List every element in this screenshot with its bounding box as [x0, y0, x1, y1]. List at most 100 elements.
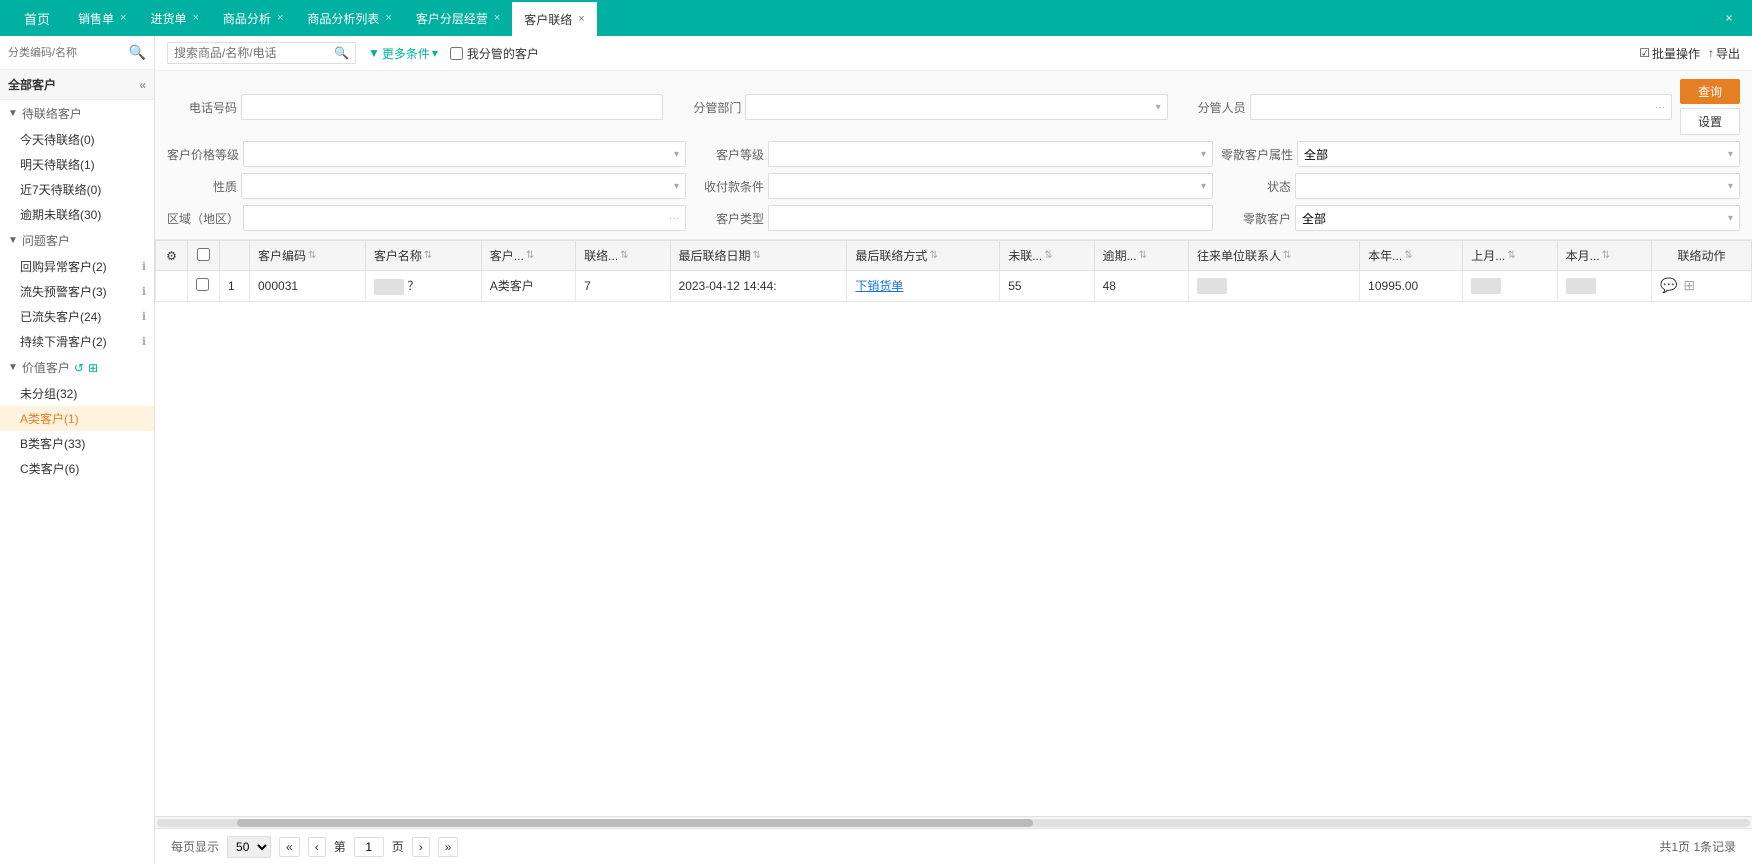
refresh-value-icon[interactable]: ↺ [74, 361, 84, 375]
close-tab-customer-mgmt[interactable]: × [494, 12, 500, 24]
row-last-contact-date: 2023-04-12 14:44: [670, 271, 847, 302]
filter-cell-retail-customer: 零散客户 全部 ▾ [1221, 205, 1740, 231]
filter-input-customer-level[interactable]: ▾ [768, 141, 1213, 167]
scrollbar-thumb[interactable] [237, 819, 1034, 827]
sidebar-item-b-class[interactable]: B类客户(33) [0, 431, 154, 456]
batch-ops-button[interactable]: ☑ 批量操作 [1639, 45, 1700, 62]
close-tab-analysis-list[interactable]: × [385, 12, 391, 24]
sidebar-group-value[interactable]: ▼ 价值客户 ↺ ⊞ [0, 354, 154, 381]
main-layout: 🔍 全部客户 « ▼ 待联络客户 今天待联络(0) 明天待联络(1) 近7天待联… [0, 36, 1752, 864]
nav-tab-analysis-list[interactable]: 商品分析列表 × [295, 0, 403, 36]
qr-icon[interactable]: ⊞ [1683, 277, 1695, 294]
nav-home[interactable]: 首页 [8, 0, 66, 36]
close-tab-sales[interactable]: × [120, 12, 126, 24]
sidebar-item-lost-warning[interactable]: 流失预警客户(3) ℹ [0, 279, 154, 304]
col-unit-contact[interactable]: 往来单位联系人⇅ [1188, 241, 1359, 271]
settings-button[interactable]: 设置 [1680, 108, 1740, 135]
filter-cell-customer-type: 客户类型 [694, 205, 1213, 231]
filter-search-input[interactable] [174, 46, 334, 60]
first-page-btn[interactable]: « [279, 837, 300, 857]
filter-more-conditions[interactable]: ▼ 更多条件 ▾ [368, 45, 438, 62]
message-icon[interactable]: 💬 [1660, 277, 1677, 294]
sidebar-search-input[interactable] [8, 47, 129, 59]
last-page-btn[interactable]: » [438, 837, 459, 857]
filter-cell-dept: 分管部门 ▾ [671, 94, 1167, 120]
filter-input-region[interactable]: ··· [243, 205, 686, 231]
total-info: 共1页 1条记录 [1659, 838, 1736, 855]
sidebar-group-pending[interactable]: ▼ 待联络客户 [0, 100, 154, 127]
filter-my-customers-checkbox[interactable] [450, 47, 463, 60]
filter-cell-retail-attr: 零散客户属性 全部 ▾ [1221, 141, 1740, 167]
col-type[interactable]: 客户...⇅ [481, 241, 575, 271]
close-tab-purchase[interactable]: × [192, 12, 198, 24]
settings-value-icon[interactable]: ⊞ [88, 361, 98, 375]
filter-cell-phone: 电话号码 [167, 94, 663, 120]
filter-input-retail-attr[interactable]: 全部 ▾ [1297, 141, 1740, 167]
sidebar-item-repurchase[interactable]: 回购异常客户(2) ℹ [0, 254, 154, 279]
filter-label-customer-type: 客户类型 [694, 210, 764, 227]
sidebar-item-tomorrow[interactable]: 明天待联络(1) [0, 152, 154, 177]
select-all-checkbox[interactable] [197, 248, 210, 261]
close-tab-analysis[interactable]: × [277, 12, 283, 24]
query-button[interactable]: 查询 [1680, 79, 1740, 104]
filter-input-customer-type[interactable] [768, 205, 1213, 231]
window-close-button[interactable]: × [1714, 3, 1744, 33]
nav-tab-customer-mgmt[interactable]: 客户分层经营 × [404, 0, 512, 36]
sidebar-item-ungrouped[interactable]: 未分组(32) [0, 381, 154, 406]
sidebar-item-today[interactable]: 今天待联络(0) [0, 127, 154, 152]
filter-cell-manager: 分管人员 ··· [1176, 94, 1672, 120]
sidebar-item-c-class[interactable]: C类客户(6) [0, 456, 154, 481]
next-page-btn[interactable]: › [412, 837, 430, 857]
prev-page-btn[interactable]: ‹ [308, 837, 326, 857]
filter-cell-payment: 收付款条件 ▾ [694, 173, 1213, 199]
col-checkbox[interactable] [188, 241, 220, 271]
close-tab-customer-contact[interactable]: × [578, 13, 584, 25]
filter-my-customers[interactable]: 我分管的客户 [450, 45, 539, 62]
filter-input-dept[interactable]: ▾ [745, 94, 1167, 120]
sidebar-item-7days[interactable]: 近7天待联络(0) [0, 177, 154, 202]
customer-name-gray [374, 279, 404, 295]
nav-tab-analysis[interactable]: 商品分析 × [211, 0, 295, 36]
filter-input-retail-customer[interactable]: 全部 ▾ [1295, 205, 1740, 231]
filter-input-nature[interactable]: ▾ [241, 173, 686, 199]
col-settings[interactable]: ⚙ [156, 241, 188, 271]
filter-input-manager[interactable]: ··· [1250, 94, 1672, 120]
col-overdue[interactable]: 逾期...⇅ [1094, 241, 1188, 271]
filter-search-box: 🔍 [167, 42, 356, 64]
filter-search-icon[interactable]: 🔍 [334, 46, 349, 60]
sidebar-item-overdue[interactable]: 逾期未联络(30) [0, 202, 154, 227]
filter-input-phone[interactable] [241, 94, 663, 120]
export-button[interactable]: ↑ 导出 [1708, 45, 1740, 62]
row-select-checkbox[interactable] [196, 278, 209, 291]
col-last-contact-date[interactable]: 最后联络日期⇅ [670, 241, 847, 271]
page-size-select[interactable]: 50 [227, 836, 271, 858]
row-last-contact-method[interactable]: 下销货单 [847, 271, 1000, 302]
sidebar-group-problems[interactable]: ▼ 问题客户 [0, 227, 154, 254]
col-this-year[interactable]: 本年...⇅ [1360, 241, 1463, 271]
nav-tab-sales[interactable]: 销售单 × [66, 0, 138, 36]
col-last-contact-method[interactable]: 最后联络方式⇅ [847, 241, 1000, 271]
col-uncontacted[interactable]: 未联...⇅ [1000, 241, 1094, 271]
col-name[interactable]: 客户名称⇅ [365, 241, 481, 271]
sidebar-all-customers[interactable]: 全部客户 « [0, 70, 154, 100]
col-last-month[interactable]: 上月...⇅ [1463, 241, 1557, 271]
info-icon-lost-warning: ℹ [142, 285, 146, 298]
col-action: 联络动作 [1651, 241, 1751, 271]
sidebar-search-icon[interactable]: 🔍 [129, 44, 146, 61]
filter-input-payment[interactable]: ▾ [768, 173, 1213, 199]
filter-input-price-level[interactable]: ▾ [243, 141, 686, 167]
current-page-input[interactable] [354, 837, 384, 857]
nav-tab-customer-contact[interactable]: 客户联络 × [512, 0, 596, 36]
col-this-month[interactable]: 本月...⇅ [1557, 241, 1651, 271]
col-code[interactable]: 客户编码⇅ [250, 241, 366, 271]
sidebar-item-declining[interactable]: 持续下滑客户(2) ℹ [0, 329, 154, 354]
row-this-year: 10995.00 [1360, 271, 1463, 302]
nav-tab-purchase[interactable]: 进货单 × [138, 0, 210, 36]
sidebar-item-lost[interactable]: 已流失客户(24) ℹ [0, 304, 154, 329]
filter-input-status[interactable]: ▾ [1295, 173, 1740, 199]
row-checkbox[interactable] [188, 271, 220, 302]
col-contact[interactable]: 联络...⇅ [576, 241, 670, 271]
sidebar-collapse-icon[interactable]: « [139, 78, 146, 92]
horizontal-scrollbar[interactable] [155, 816, 1752, 828]
sidebar-item-a-class[interactable]: A类客户(1) [0, 406, 154, 431]
